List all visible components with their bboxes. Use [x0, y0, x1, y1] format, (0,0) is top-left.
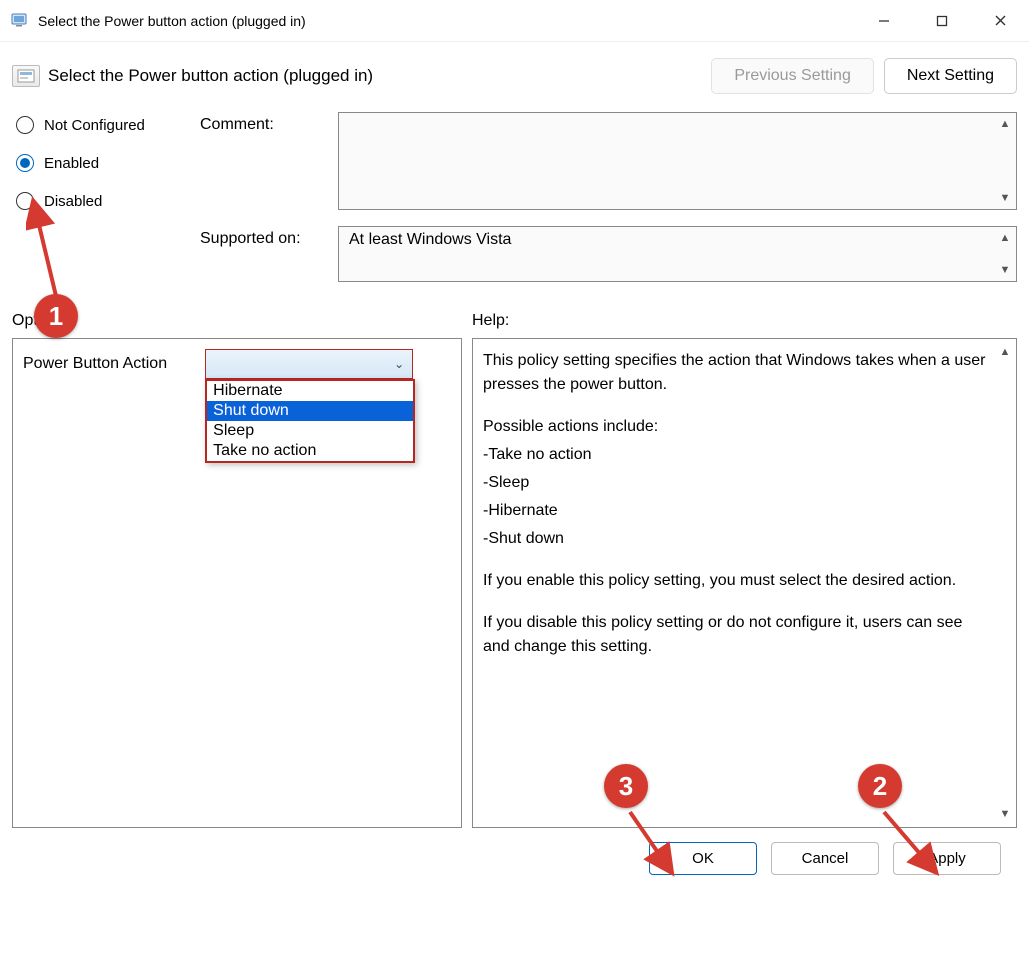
ok-button[interactable]: OK [649, 842, 757, 875]
header-row: Select the Power button action (plugged … [12, 52, 1017, 112]
scroll-up-icon[interactable]: ▲ [998, 345, 1012, 359]
comment-label: Comment: [200, 112, 330, 210]
help-text: -Shut down [483, 527, 992, 551]
help-text: Possible actions include: [483, 415, 992, 439]
help-text: This policy setting specifies the action… [483, 349, 992, 397]
dropdown-item-hibernate[interactable]: Hibernate [207, 381, 413, 401]
help-text: If you enable this policy setting, you m… [483, 569, 992, 593]
radio-circle-icon [16, 116, 34, 134]
power-button-action-dropdown[interactable]: ⌄ Hibernate Shut down Sleep Take no acti… [205, 349, 413, 379]
comment-field[interactable]: ▲ ▼ [338, 112, 1017, 210]
apply-button[interactable]: Apply [893, 842, 1001, 875]
annotation-badge-3: 3 [604, 764, 648, 808]
radio-circle-icon [16, 154, 34, 172]
policy-title: Select the Power button action (plugged … [48, 66, 701, 86]
scroll-up-icon[interactable]: ▲ [998, 117, 1012, 131]
scroll-down-icon[interactable]: ▼ [998, 263, 1012, 277]
scroll-up-icon[interactable]: ▲ [998, 231, 1012, 245]
options-panel: Power Button Action ⌄ Hibernate Shut dow… [12, 338, 462, 828]
options-label: Options: [12, 312, 472, 330]
help-text: If you disable this policy setting or do… [483, 611, 992, 659]
power-button-action-label: Power Button Action [23, 349, 201, 373]
policy-icon [12, 65, 40, 87]
cancel-button[interactable]: Cancel [771, 842, 879, 875]
dropdown-item-take-no-action[interactable]: Take no action [207, 441, 413, 461]
maximize-button[interactable] [913, 0, 971, 41]
minimize-button[interactable] [855, 0, 913, 41]
radio-circle-icon [16, 192, 34, 210]
help-label: Help: [472, 312, 509, 330]
radio-label: Enabled [44, 155, 99, 172]
radio-enabled[interactable]: Enabled [16, 154, 192, 172]
window-title: Select the Power button action (plugged … [38, 13, 855, 29]
dropdown-item-sleep[interactable]: Sleep [207, 421, 413, 441]
state-radios: Not Configured Enabled Disabled [12, 112, 192, 282]
scroll-down-icon[interactable]: ▼ [998, 191, 1012, 205]
app-icon [10, 11, 30, 31]
titlebar: Select the Power button action (plugged … [0, 0, 1029, 42]
supported-field: At least Windows Vista ▲ ▼ [338, 226, 1017, 282]
radio-label: Not Configured [44, 117, 145, 134]
dialog-buttons: OK Cancel Apply [12, 828, 1017, 875]
window-controls [855, 0, 1029, 41]
radio-not-configured[interactable]: Not Configured [16, 116, 192, 134]
help-text: -Hibernate [483, 499, 992, 523]
close-button[interactable] [971, 0, 1029, 41]
annotation-badge-2: 2 [858, 764, 902, 808]
chevron-down-icon: ⌄ [394, 357, 404, 371]
help-text: -Take no action [483, 443, 992, 467]
next-setting-button[interactable]: Next Setting [884, 58, 1017, 94]
radio-label: Disabled [44, 193, 102, 210]
annotation-badge-1: 1 [34, 294, 78, 338]
supported-text: At least Windows Vista [349, 231, 511, 248]
dropdown-toggle[interactable]: ⌄ [205, 349, 413, 379]
supported-label: Supported on: [200, 226, 330, 282]
help-panel: This policy setting specifies the action… [472, 338, 1017, 828]
dropdown-item-shut-down[interactable]: Shut down [207, 401, 413, 421]
scroll-down-icon[interactable]: ▼ [998, 807, 1012, 821]
dropdown-list: Hibernate Shut down Sleep Take no action [205, 379, 415, 463]
radio-disabled[interactable]: Disabled [16, 192, 192, 210]
previous-setting-button[interactable]: Previous Setting [711, 58, 874, 94]
help-text: -Sleep [483, 471, 992, 495]
